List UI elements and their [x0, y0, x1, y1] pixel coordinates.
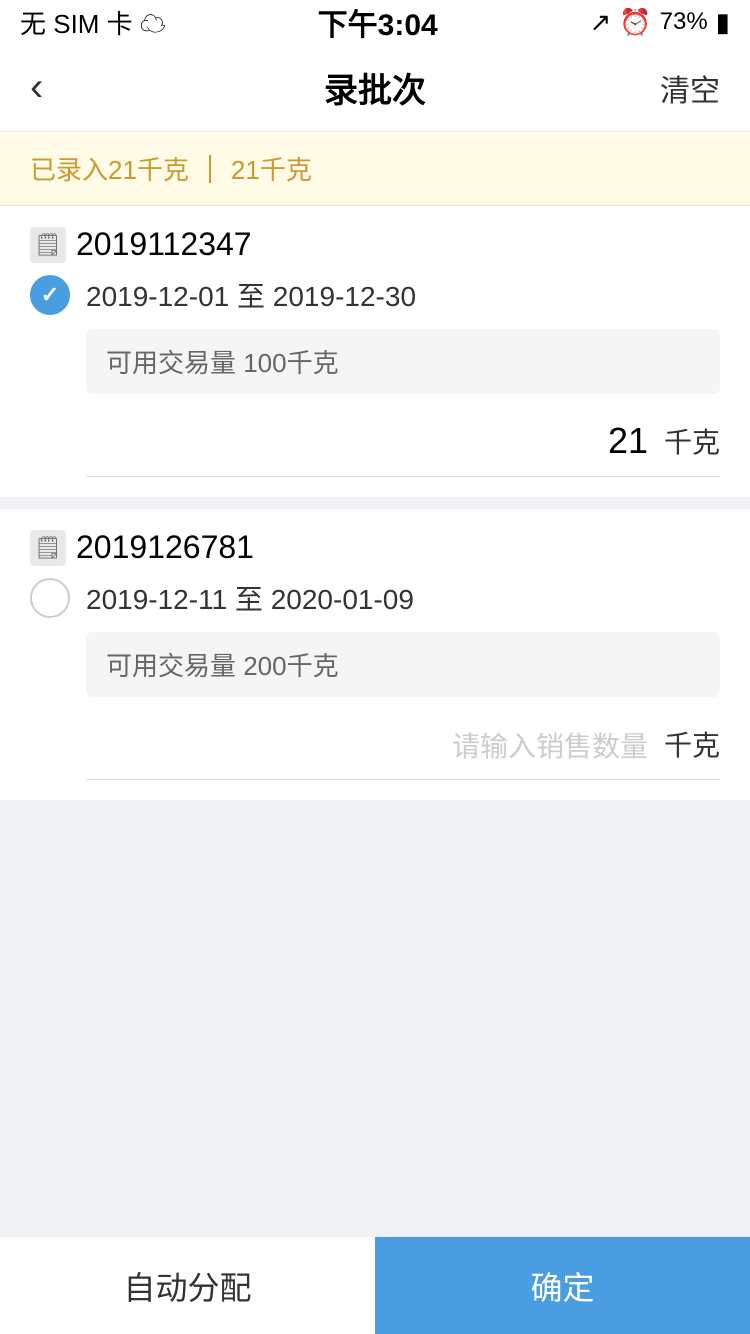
- batch-2-available: 可用交易量 200千克: [86, 632, 720, 697]
- sim-status: 无 SIM 卡 ☁: [20, 4, 166, 41]
- summary-divider: [209, 155, 211, 183]
- battery-icon: ▮: [716, 7, 730, 38]
- bottom-bar: 自动分配 确定: [0, 1236, 750, 1334]
- nav-bar: ‹ 录批次 清空: [0, 44, 750, 132]
- summary-recorded-label: 已录入21千克: [30, 150, 189, 187]
- batch-2-unit: 千克: [664, 724, 720, 764]
- batch-1-qty-input[interactable]: [183, 420, 648, 462]
- battery-level: 73%: [660, 8, 708, 36]
- batch-2-radio[interactable]: [30, 578, 70, 618]
- batch-2-input-row: 千克: [86, 713, 720, 780]
- summary-bar: 已录入21千克 21千克: [0, 132, 750, 206]
- clear-button[interactable]: 清空: [660, 66, 720, 110]
- batch-2-date: 2019-12-11 至 2020-01-09: [86, 578, 414, 618]
- batch-1-date-row: 2019-12-01 至 2019-12-30: [30, 275, 720, 315]
- batch-2-id: 2019126781: [76, 529, 254, 566]
- batch-1-input-row: 千克: [86, 410, 720, 477]
- confirm-button[interactable]: 确定: [375, 1237, 750, 1334]
- doc-icon-1: 🗒: [30, 227, 66, 263]
- batch-2-header: 🗒 2019126781: [30, 529, 720, 566]
- auto-distribute-button[interactable]: 自动分配: [0, 1237, 375, 1334]
- status-left: 无 SIM 卡 ☁: [20, 4, 166, 41]
- batch-2-date-row: 2019-12-11 至 2020-01-09: [30, 578, 720, 618]
- batch-1-date: 2019-12-01 至 2019-12-30: [86, 275, 416, 315]
- batch-1-radio[interactable]: [30, 275, 70, 315]
- page-title: 录批次: [324, 63, 426, 112]
- doc-icon-2: 🗒: [30, 530, 66, 566]
- content-area: 🗒 2019112347 2019-12-01 至 2019-12-30 可用交…: [0, 206, 750, 800]
- batch-2-qty-input[interactable]: [183, 723, 648, 765]
- batch-1-available: 可用交易量 100千克: [86, 329, 720, 394]
- batch-1-header: 🗒 2019112347: [30, 226, 720, 263]
- status-right: ↗ ⏰ 73% ▮: [589, 7, 730, 38]
- alarm-icon: ⏰: [619, 7, 651, 38]
- status-time: 下午3:04: [318, 0, 438, 44]
- location-icon: ↗: [589, 7, 611, 38]
- status-bar: 无 SIM 卡 ☁ 下午3:04 ↗ ⏰ 73% ▮: [0, 0, 750, 44]
- batch-item-1: 🗒 2019112347 2019-12-01 至 2019-12-30 可用交…: [0, 206, 750, 497]
- batch-1-unit: 千克: [664, 421, 720, 461]
- summary-value: 21千克: [231, 150, 312, 187]
- batch-item-2: 🗒 2019126781 2019-12-11 至 2020-01-09 可用交…: [0, 497, 750, 800]
- batch-1-id: 2019112347: [76, 226, 252, 263]
- back-button[interactable]: ‹: [30, 65, 90, 110]
